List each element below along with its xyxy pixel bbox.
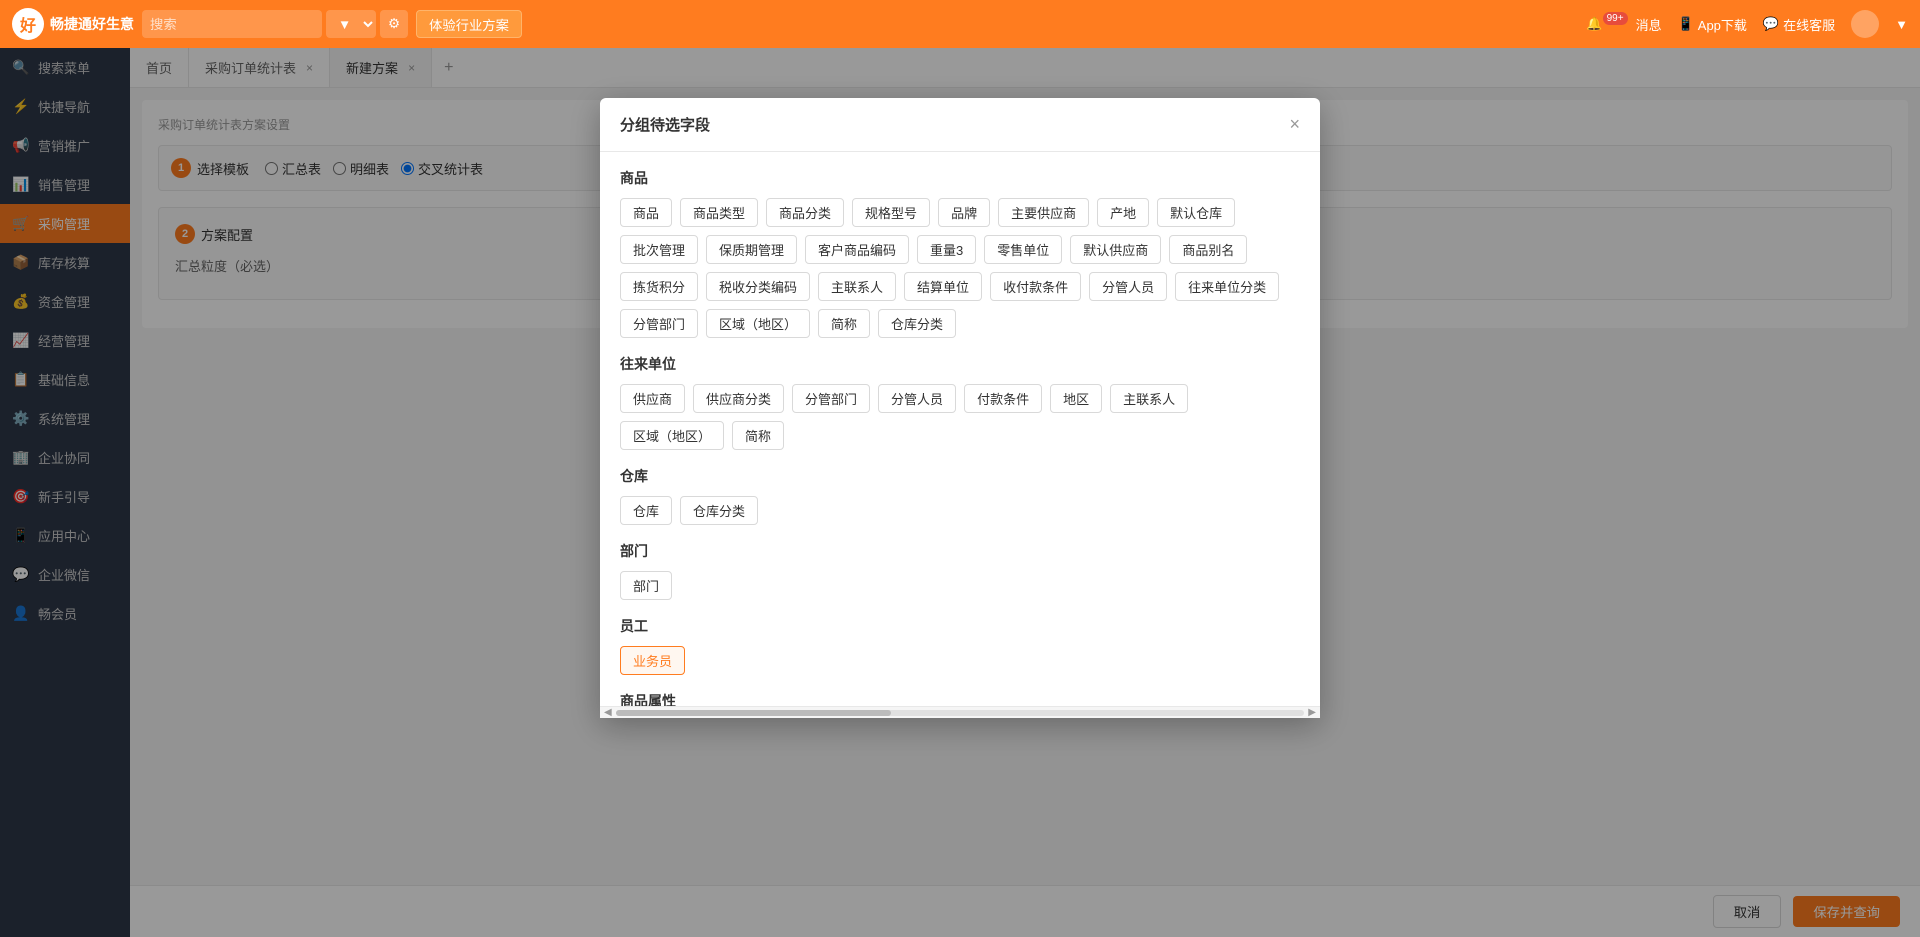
field-spec-model[interactable]: 规格型号 [852,198,930,227]
section-employee: 员工 业务员 [620,616,1300,675]
field-supplier-category[interactable]: 供应商分类 [693,384,784,413]
section-dept-title: 部门 [620,541,1300,561]
product-fields: 商品 商品类型 商品分类 规格型号 品牌 主要供应商 产地 默认仓库 批次管理 … [620,198,1300,338]
modal-close-btn[interactable]: × [1289,114,1300,135]
field-weight3[interactable]: 重量3 [917,235,976,264]
field-region-partner[interactable]: 区域（地区） [620,421,724,450]
search-dropdown[interactable]: ▼ [326,10,376,38]
dept-fields: 部门 [620,571,1300,600]
app-download-label: App下载 [1698,15,1747,34]
modal-body[interactable]: 商品 商品 商品类型 商品分类 规格型号 品牌 主要供应商 产地 默认仓库 批次… [600,152,1320,706]
field-dept[interactable]: 分管部门 [792,384,870,413]
field-brand[interactable]: 品牌 [938,198,990,227]
field-partner-category[interactable]: 往来单位分类 [1175,272,1279,301]
online-service-item[interactable]: 💬 在线客服 [1763,15,1835,34]
field-region-product[interactable]: 区域（地区） [706,309,810,338]
field-default-warehouse[interactable]: 默认仓库 [1157,198,1235,227]
field-product-category[interactable]: 商品分类 [766,198,844,227]
download-icon: 📱 [1678,16,1694,32]
section-product: 商品 商品 商品类型 商品分类 规格型号 品牌 主要供应商 产地 默认仓库 批次… [620,168,1300,338]
field-area[interactable]: 地区 [1050,384,1102,413]
field-short-name-partner[interactable]: 简称 [732,421,784,450]
field-main-supplier[interactable]: 主要供应商 [998,198,1089,227]
top-header: 好 畅捷通好生意 ▼ ⚙ 体验行业方案 🔔 99+ 消息 📱 App下载 💬 在… [0,0,1920,48]
modal-header: 分组待选字段 × [600,98,1320,152]
user-arrow: ▼ [1895,17,1908,32]
field-settlement-unit[interactable]: 结算单位 [904,272,982,301]
gear-button[interactable]: ⚙ [380,10,408,38]
message-icon: 🔔 [1586,16,1602,32]
field-sales-person[interactable]: 业务员 [620,646,685,675]
h-scroll-track [616,710,1305,716]
section-warehouse-title: 仓库 [620,466,1300,486]
online-service-label: 在线客服 [1783,15,1835,34]
field-product-type[interactable]: 商品类型 [680,198,758,227]
field-product-alias[interactable]: 商品别名 [1169,235,1247,264]
h-scroll-thumb[interactable] [616,710,891,716]
message-label: 消息 [1636,15,1662,34]
field-main-contact-partner[interactable]: 主联系人 [1110,384,1188,413]
field-warehouse-category[interactable]: 仓库分类 [878,309,956,338]
modal: 分组待选字段 × 商品 商品 商品类型 商品分类 规格型号 品牌 主要供应商 产… [600,98,1320,718]
section-partner: 往来单位 供应商 供应商分类 分管部门 分管人员 付款条件 地区 主联系人 区域… [620,354,1300,450]
field-supervisor-dept[interactable]: 分管部门 [620,309,698,338]
section-dept: 部门 部门 [620,541,1300,600]
app-download-item[interactable]: 📱 App下载 [1678,15,1747,34]
partner-fields: 供应商 供应商分类 分管部门 分管人员 付款条件 地区 主联系人 区域（地区） … [620,384,1300,450]
logo-text: 畅捷通好生意 [50,14,134,34]
field-pick-points[interactable]: 拣货积分 [620,272,698,301]
modal-h-scrollbar[interactable]: ◀ ▶ [600,706,1320,718]
h-scroll-left-arrow[interactable]: ◀ [604,707,612,718]
logo-icon: 好 [12,8,44,40]
avatar[interactable] [1851,10,1879,38]
section-product-attr: 商品属性 属性 颜色 多规格 尺码 鞋码 1 [620,691,1300,706]
service-icon: 💬 [1763,16,1779,32]
top-search-input[interactable] [142,10,322,38]
section-product-title: 商品 [620,168,1300,188]
field-expiry-mgmt[interactable]: 保质期管理 [706,235,797,264]
employee-fields: 业务员 [620,646,1300,675]
section-employee-title: 员工 [620,616,1300,636]
overlay: 分组待选字段 × 商品 商品 商品类型 商品分类 规格型号 品牌 主要供应商 产… [0,48,1920,937]
field-department[interactable]: 部门 [620,571,672,600]
field-tax-code[interactable]: 税收分类编码 [706,272,810,301]
experience-btn[interactable]: 体验行业方案 [416,10,522,38]
modal-title: 分组待选字段 [620,114,710,135]
section-product-attr-title: 商品属性 [620,691,1300,706]
field-person[interactable]: 分管人员 [878,384,956,413]
field-main-contact[interactable]: 主联系人 [818,272,896,301]
field-warehouse[interactable]: 仓库 [620,496,672,525]
field-origin[interactable]: 产地 [1097,198,1149,227]
section-warehouse: 仓库 仓库 仓库分类 [620,466,1300,525]
badge: 99+ [1603,12,1628,25]
field-product[interactable]: 商品 [620,198,672,227]
field-supplier[interactable]: 供应商 [620,384,685,413]
field-short-name-product[interactable]: 简称 [818,309,870,338]
logo-area: 好 畅捷通好生意 [12,8,142,40]
field-supervisor[interactable]: 分管人员 [1089,272,1167,301]
warehouse-fields: 仓库 仓库分类 [620,496,1300,525]
section-partner-title: 往来单位 [620,354,1300,374]
field-warehouse-cat[interactable]: 仓库分类 [680,496,758,525]
field-customer-code[interactable]: 客户商品编码 [805,235,909,264]
top-right: 🔔 99+ 消息 📱 App下载 💬 在线客服 ▼ [1586,10,1908,38]
field-payment-terms[interactable]: 收付款条件 [990,272,1081,301]
field-batch-mgmt[interactable]: 批次管理 [620,235,698,264]
field-default-supplier[interactable]: 默认供应商 [1070,235,1161,264]
field-retail-unit[interactable]: 零售单位 [984,235,1062,264]
h-scroll-right-arrow[interactable]: ▶ [1308,707,1316,718]
message-item[interactable]: 🔔 99+ 消息 [1586,15,1661,34]
field-payment-condition[interactable]: 付款条件 [964,384,1042,413]
